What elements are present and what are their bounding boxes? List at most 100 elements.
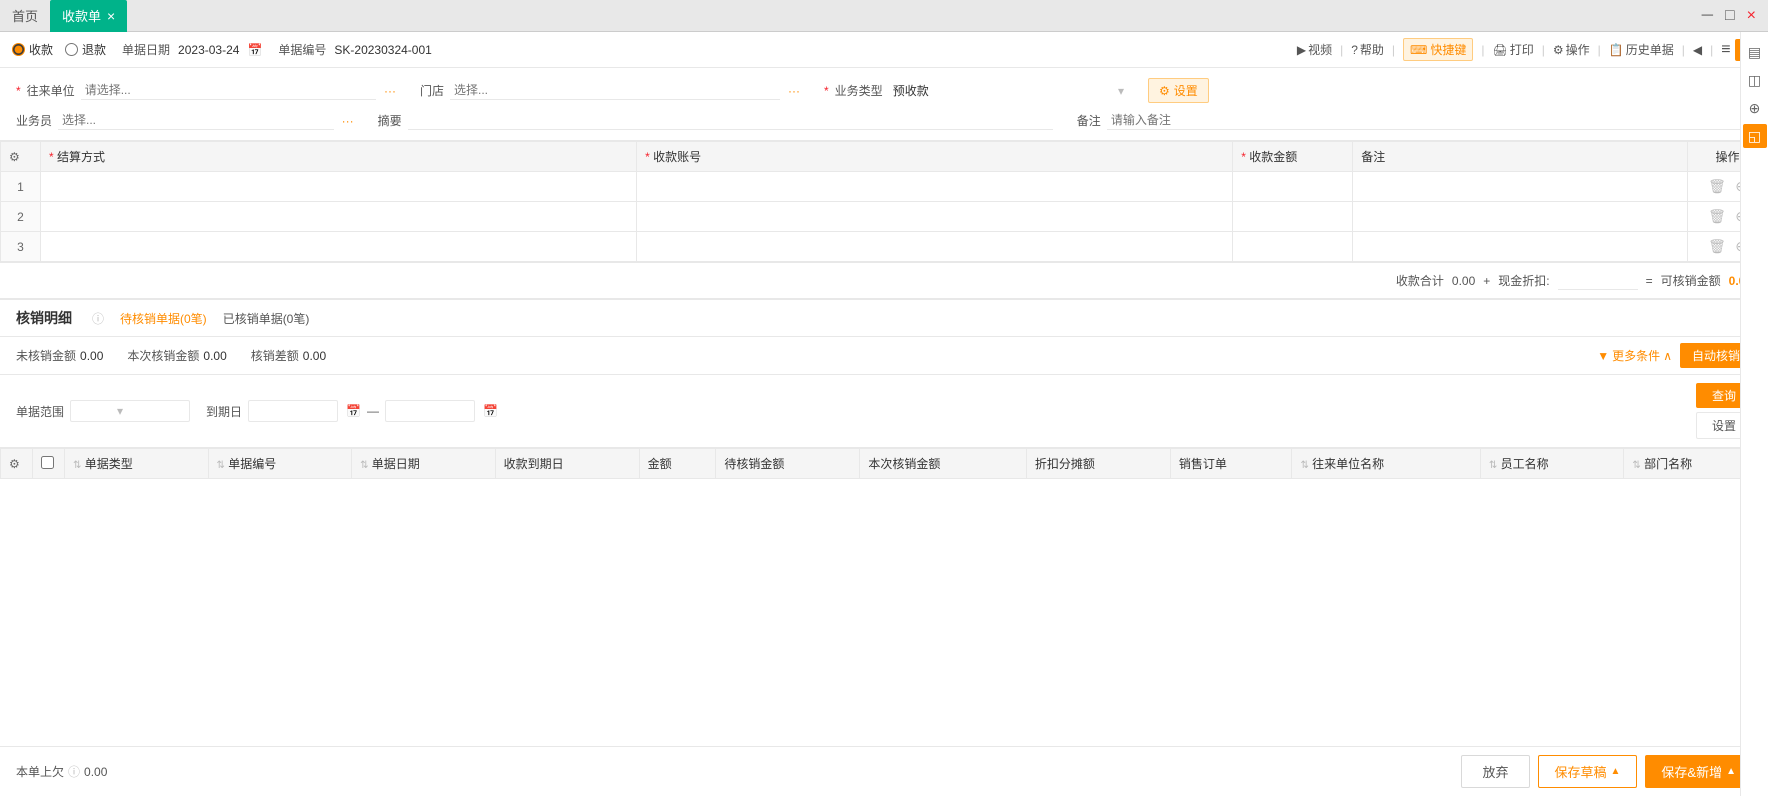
summary-input[interactable] [408,111,1053,130]
help-btn[interactable]: ? 帮助 [1351,41,1384,58]
window-close-icon[interactable]: × [1743,5,1760,27]
writeoff-info-icon[interactable]: ⓘ [92,310,104,327]
col-header-account: * 收款账号 [637,142,1233,172]
gear-icon: ⚙ [1159,84,1170,98]
cell-account-1[interactable] [637,172,1233,202]
counterpart-input[interactable] [81,81,376,100]
due-date-end-input[interactable]: 2022-04-12 [385,400,475,422]
writeoff-table: ⚙ ⇅ 单据类型 ⇅ 单据编号 [0,448,1768,479]
help-icon: ? [1351,43,1358,57]
select-all-checkbox[interactable] [41,456,54,469]
cell-account-2[interactable] [637,202,1233,232]
range-select[interactable]: ▾ [70,400,190,422]
more-filter-btn[interactable]: ▼ 更多条件 ∧ [1597,347,1672,364]
date-start-cal-icon[interactable]: 📅 [346,404,361,418]
toolbar: 收款 退款 单据日期 2023-03-24 📅 单据编号 SK-20230324… [0,32,1768,68]
stat-diff: 核销差额 0.00 [251,347,326,364]
cell-settlement-1[interactable] [41,172,637,202]
form-row-1: * 往来单位 ··· 门店 ··· * 业务类型 预收款 ▾ ⚙ [16,78,1752,103]
bottom-info-icon[interactable]: ⓘ [68,763,80,780]
window-maximize-icon[interactable]: □ [1721,5,1739,27]
cell-remark-1[interactable] [1353,172,1688,202]
tab-receipt-label: 收款单 [62,6,101,25]
cell-amount-2[interactable] [1233,202,1353,232]
sidebar-icon-3[interactable]: ⊕ [1743,96,1767,120]
doc-no-field: 单据编号 SK-20230324-001 [278,41,431,58]
radio-receipt[interactable]: 收款 [12,41,53,58]
col-header-remark: 备注 [1353,142,1688,172]
window-minimize-icon[interactable]: ─ [1698,5,1717,27]
range-dropdown-icon: ▾ [117,404,123,418]
wt-col-type: ⇅ 单据类型 [65,449,209,479]
row-delete-btn-2[interactable]: 🗑 [1705,208,1729,224]
ops-btn[interactable]: ⚙ 操作 [1553,41,1590,58]
wt-gear-icon[interactable]: ⚙ [9,457,20,471]
date-end-cal-icon[interactable]: 📅 [483,404,498,418]
staff-more-btn[interactable]: ··· [342,114,354,128]
date-calendar-icon[interactable]: 📅 [247,43,262,57]
sidebar-icon-4[interactable]: ◱ [1743,124,1767,148]
main-content: 收款 退款 单据日期 2023-03-24 📅 单据编号 SK-20230324… [0,32,1768,796]
print-icon: 🖨 [1493,43,1508,57]
store-field: 门店 ··· [420,81,800,100]
wt-col-amount: 金额 [639,449,716,479]
nav-prev-icon[interactable]: ◀ [1693,43,1702,57]
bottom-actions: 放弃 保存草稿 ▲ 保存&新增 ▲ [1461,755,1752,788]
cell-settlement-2[interactable] [41,202,637,232]
video-btn[interactable]: ▶ 视频 [1297,41,1332,58]
wt-col-staff: ⇅ 员工名称 [1480,449,1624,479]
tab-home[interactable]: 首页 [0,0,50,32]
store-more-btn[interactable]: ··· [788,84,800,98]
ops-icon: ⚙ [1553,43,1564,57]
list-layout-icon[interactable]: ≡ [1721,41,1730,59]
settings-btn[interactable]: ⚙ 设置 [1148,78,1209,103]
sidebar-icon-1[interactable]: ▤ [1743,40,1767,64]
bottom-info: 本单上欠 ⓘ 0.00 [16,763,107,780]
cell-settlement-3[interactable] [41,232,637,262]
cell-remark-2[interactable] [1353,202,1688,232]
video-icon: ▶ [1297,43,1306,57]
wt-col-due-date: 收款到期日 [495,449,639,479]
print-btn[interactable]: 🖨 打印 [1493,41,1534,58]
row-delete-btn-3[interactable]: 🗑 [1705,238,1729,254]
tab-window-actions: ─ □ × [1698,5,1768,27]
tab-receipt-close[interactable]: × [107,8,115,24]
save-new-btn[interactable]: 保存&新增 ▲ [1645,755,1752,788]
sidebar-icon-2[interactable]: ◫ [1743,68,1767,92]
save-draft-arrow-icon: ▲ [1611,766,1621,777]
wt-col-no: ⇅ 单据编号 [208,449,352,479]
cell-amount-1[interactable] [1233,172,1353,202]
done-tab[interactable]: 已核销单据(0笔) [223,310,310,327]
remark-input[interactable] [1107,111,1752,130]
discard-btn[interactable]: 放弃 [1461,755,1529,788]
form-row-2: 业务员 ··· 摘要 备注 [16,111,1752,130]
counterpart-more-btn[interactable]: ··· [384,84,396,98]
writeoff-actions: ▼ 更多条件 ∧ 自动核销 [1597,343,1752,368]
biz-type-dropdown-icon[interactable]: ▾ [1118,84,1124,98]
cell-amount-3[interactable] [1233,232,1353,262]
table-gear-icon[interactable]: ⚙ [9,150,20,164]
due-date-start-input[interactable]: 2022-04-01 [248,400,338,422]
cell-remark-3[interactable] [1353,232,1688,262]
store-input[interactable] [450,81,780,100]
pending-tab[interactable]: 待核销单据(0笔) [120,310,207,327]
filter-row: 单据范围 ▾ 到期日 2022-04-01 📅 — 2022-04-12 📅 查… [0,375,1768,448]
receipt-table-section: ⚙ * 结算方式 * 收款账号 * 收款金额 备注 [0,141,1768,262]
staff-input[interactable] [58,111,334,130]
wt-col-current: 本次核销金额 [860,449,1026,479]
writeoff-header: 核销明细 ⓘ 待核销单据(0笔) 已核销单据(0笔) [0,300,1768,337]
save-draft-btn[interactable]: 保存草稿 ▲ [1538,755,1638,788]
row-delete-btn-1[interactable]: 🗑 [1705,178,1729,194]
history-btn[interactable]: 📋 历史单据 [1609,41,1674,58]
summary-row: 收款合计 0.00 + 现金折扣: = 可核销金额 0.00 [0,262,1768,298]
cell-account-3[interactable] [637,232,1233,262]
wt-col-date: ⇅ 单据日期 [352,449,496,479]
filter-icon: ▼ [1597,349,1609,363]
discount-input[interactable] [1558,271,1638,290]
shortcut-btn[interactable]: ⌨ 快捷键 [1403,38,1473,61]
tab-receipt[interactable]: 收款单 × [50,0,127,32]
filter-range-field: 单据范围 ▾ [16,400,190,422]
wt-settings-col: ⚙ [1,449,33,479]
counterpart-field: * 往来单位 ··· [16,81,396,100]
radio-refund[interactable]: 退款 [65,41,106,58]
